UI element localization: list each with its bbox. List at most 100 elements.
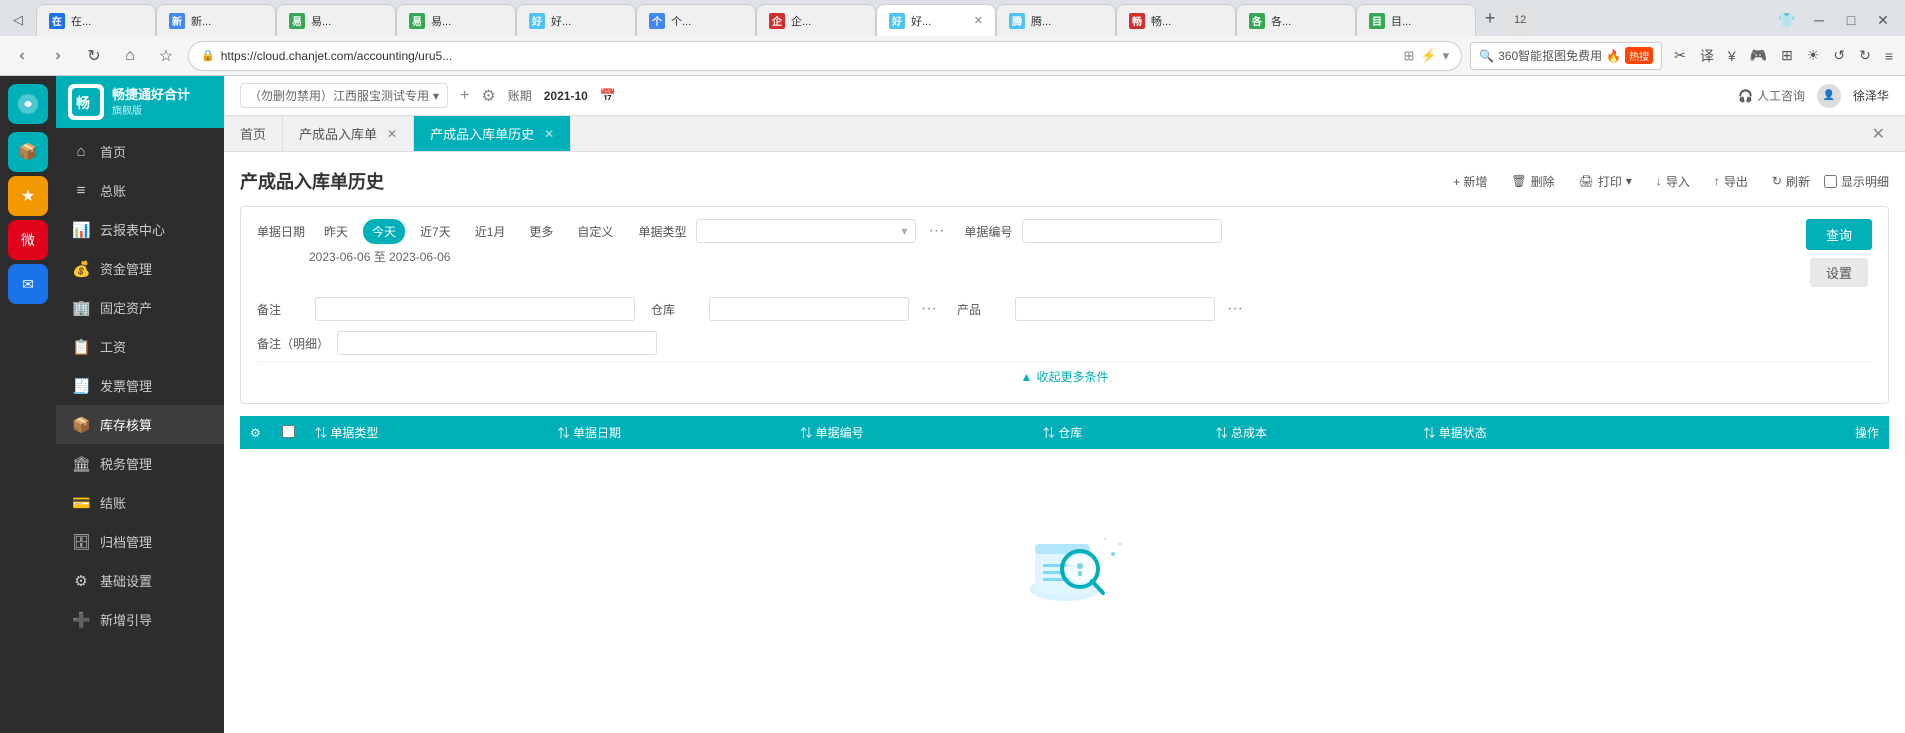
scissors-icon[interactable]: ✂: [1670, 45, 1690, 66]
close-window-icon[interactable]: ✕: [1869, 6, 1897, 34]
tab-10[interactable]: 畅 畅...: [1116, 4, 1236, 36]
sidebar-item-newbill[interactable]: ➕ 新增引导: [56, 600, 224, 639]
user-avatar[interactable]: 👤: [1817, 84, 1841, 108]
tab-12[interactable]: 目 目...: [1356, 4, 1476, 36]
number-filter-input[interactable]: [1022, 219, 1222, 243]
date-btn-custom[interactable]: 自定义: [568, 219, 622, 244]
date-btn-1month[interactable]: 近1月: [466, 219, 515, 244]
breadcrumb-list[interactable]: 产成品入库单 ✕: [283, 116, 414, 151]
warehouse-dots[interactable]: ···: [917, 300, 941, 318]
export-button[interactable]: ↑ 导出: [1704, 169, 1758, 194]
tab-4[interactable]: 易 易...: [396, 4, 516, 36]
tab-active[interactable]: 好 好... ✕: [876, 4, 996, 36]
home-button[interactable]: ⌂: [116, 42, 144, 70]
th-warehouse[interactable]: ⇅ 仓库: [1033, 416, 1206, 449]
tab-3[interactable]: 易 易...: [276, 4, 396, 36]
product-filter-input[interactable]: [1015, 297, 1215, 321]
dropdown-icon[interactable]: ▾: [1443, 48, 1450, 64]
tab-1[interactable]: 在 在...: [36, 4, 156, 36]
breadcrumb-home[interactable]: 首页: [224, 116, 283, 151]
maximize-icon[interactable]: □: [1837, 6, 1865, 34]
game-icon[interactable]: 🎮: [1746, 45, 1771, 66]
sidebar-item-funds[interactable]: 💰 资金管理: [56, 249, 224, 288]
date-btn-more[interactable]: 更多: [520, 219, 562, 244]
app-icon-weibo[interactable]: 微: [8, 220, 48, 260]
sidebar-item-inventory[interactable]: 📦 库存核算: [56, 405, 224, 444]
url-field[interactable]: 🔒 https://cloud.chanjet.com/accounting/u…: [188, 41, 1462, 71]
select-all-checkbox[interactable]: [282, 425, 295, 438]
warehouse-filter-input[interactable]: [709, 297, 909, 321]
note-filter-input[interactable]: [315, 297, 635, 321]
delete-button[interactable]: 🗑 删除: [1501, 169, 1564, 194]
tab-7[interactable]: 企 企...: [756, 4, 876, 36]
browser-back-icon[interactable]: ◁: [0, 4, 36, 36]
collapse-row[interactable]: ▲ 收起更多条件: [257, 361, 1872, 391]
back-button[interactable]: ‹: [8, 42, 36, 70]
settings-icon-header[interactable]: ⚙: [481, 86, 495, 106]
settings-filter-button[interactable]: 设置: [1810, 258, 1868, 287]
sidebar-item-fixed[interactable]: 🏢 固定资产: [56, 288, 224, 327]
redo-icon[interactable]: ↻: [1855, 45, 1875, 66]
breadcrumb-history[interactable]: 产成品入库单历史 ✕: [414, 116, 571, 151]
sidebar-item-home[interactable]: ⌂ 首页: [56, 132, 224, 171]
forward-button[interactable]: ›: [44, 42, 72, 70]
search-box-360[interactable]: 🔍 360智能抠图免费用 🔥 热搜: [1470, 42, 1662, 70]
type-dropdown[interactable]: ▾: [696, 219, 916, 243]
currency-icon[interactable]: ¥: [1724, 46, 1740, 66]
import-button[interactable]: ↓ 导入: [1646, 169, 1700, 194]
th-checkbox[interactable]: [272, 416, 305, 449]
add-company-button[interactable]: +: [460, 87, 469, 105]
note-detail-filter-input[interactable]: [337, 331, 657, 355]
show-detail-input[interactable]: [1824, 175, 1837, 188]
date-btn-yesterday[interactable]: 昨天: [315, 219, 357, 244]
date-btn-7days[interactable]: 近7天: [411, 219, 460, 244]
sidebar-item-basic[interactable]: ⚙ 基础设置: [56, 561, 224, 600]
calendar-icon[interactable]: 📅: [600, 88, 616, 104]
th-date[interactable]: ⇅ 单据日期: [548, 416, 791, 449]
shirt-icon[interactable]: 👕: [1773, 6, 1801, 34]
minimize-icon[interactable]: ─: [1805, 6, 1833, 34]
app-icon-chanjet[interactable]: [8, 84, 48, 124]
app-icon-2[interactable]: 📦: [8, 132, 48, 172]
tab-5[interactable]: 好 好...: [516, 4, 636, 36]
tab-6[interactable]: 个 个...: [636, 4, 756, 36]
apps-icon[interactable]: ⊞: [1777, 45, 1797, 66]
translate-icon[interactable]: 译: [1696, 44, 1718, 68]
sidebar-item-checkout[interactable]: 💳 结账: [56, 483, 224, 522]
user-service[interactable]: 🎧 人工咨询: [1738, 87, 1805, 104]
product-dots[interactable]: ···: [1223, 300, 1247, 318]
sidebar-item-archive[interactable]: 🗄 归档管理: [56, 522, 224, 561]
new-tab-button[interactable]: +: [1476, 4, 1504, 32]
tab-11[interactable]: 各 各...: [1236, 4, 1356, 36]
refresh-button[interactable]: ↻: [80, 42, 108, 70]
add-button[interactable]: + 新增: [1443, 169, 1497, 194]
sidebar-item-reports[interactable]: 📊 云报表中心: [56, 210, 224, 249]
query-button[interactable]: 查询: [1806, 219, 1872, 250]
tab-active-close[interactable]: ✕: [974, 14, 983, 27]
date-btn-today[interactable]: 今天: [363, 219, 405, 244]
th-status[interactable]: ⇅ 单据状态: [1413, 416, 1656, 449]
tab-2[interactable]: 新 新...: [156, 4, 276, 36]
th-type[interactable]: ⇅ 单据类型: [305, 416, 548, 449]
th-number[interactable]: ⇅ 单据编号: [790, 416, 1033, 449]
company-selector[interactable]: （勿删勿禁用）江西服宝测试专用 ▾: [240, 83, 448, 108]
th-total-cost[interactable]: ⇅ 总成本: [1206, 416, 1414, 449]
show-detail-checkbox[interactable]: 显示明细: [1824, 173, 1889, 190]
theme-icon[interactable]: ☀: [1803, 45, 1824, 66]
sidebar-item-ledger[interactable]: ≡ 总账: [56, 171, 224, 210]
print-button[interactable]: 🖨 打印 ▾: [1569, 169, 1642, 194]
breadcrumb-list-close[interactable]: ✕: [387, 127, 397, 141]
app-icon-star[interactable]: ★: [8, 176, 48, 216]
menu-icon[interactable]: ≡: [1881, 46, 1897, 66]
close-panel-button[interactable]: ✕: [1872, 124, 1897, 144]
sidebar-item-tax[interactable]: 🏛 税务管理: [56, 444, 224, 483]
tab-9[interactable]: 腾 腾...: [996, 4, 1116, 36]
breadcrumb-history-close[interactable]: ✕: [544, 127, 554, 141]
sidebar-item-salary[interactable]: 📋 工资: [56, 327, 224, 366]
th-settings[interactable]: ⚙: [240, 416, 272, 449]
app-icon-mail[interactable]: ✉: [8, 264, 48, 304]
bookmark-button[interactable]: ☆: [152, 42, 180, 70]
sidebar-item-invoice[interactable]: 🧾 发票管理: [56, 366, 224, 405]
undo-icon[interactable]: ↺: [1829, 45, 1849, 66]
refresh-button[interactable]: ↻ 刷新: [1762, 169, 1820, 194]
